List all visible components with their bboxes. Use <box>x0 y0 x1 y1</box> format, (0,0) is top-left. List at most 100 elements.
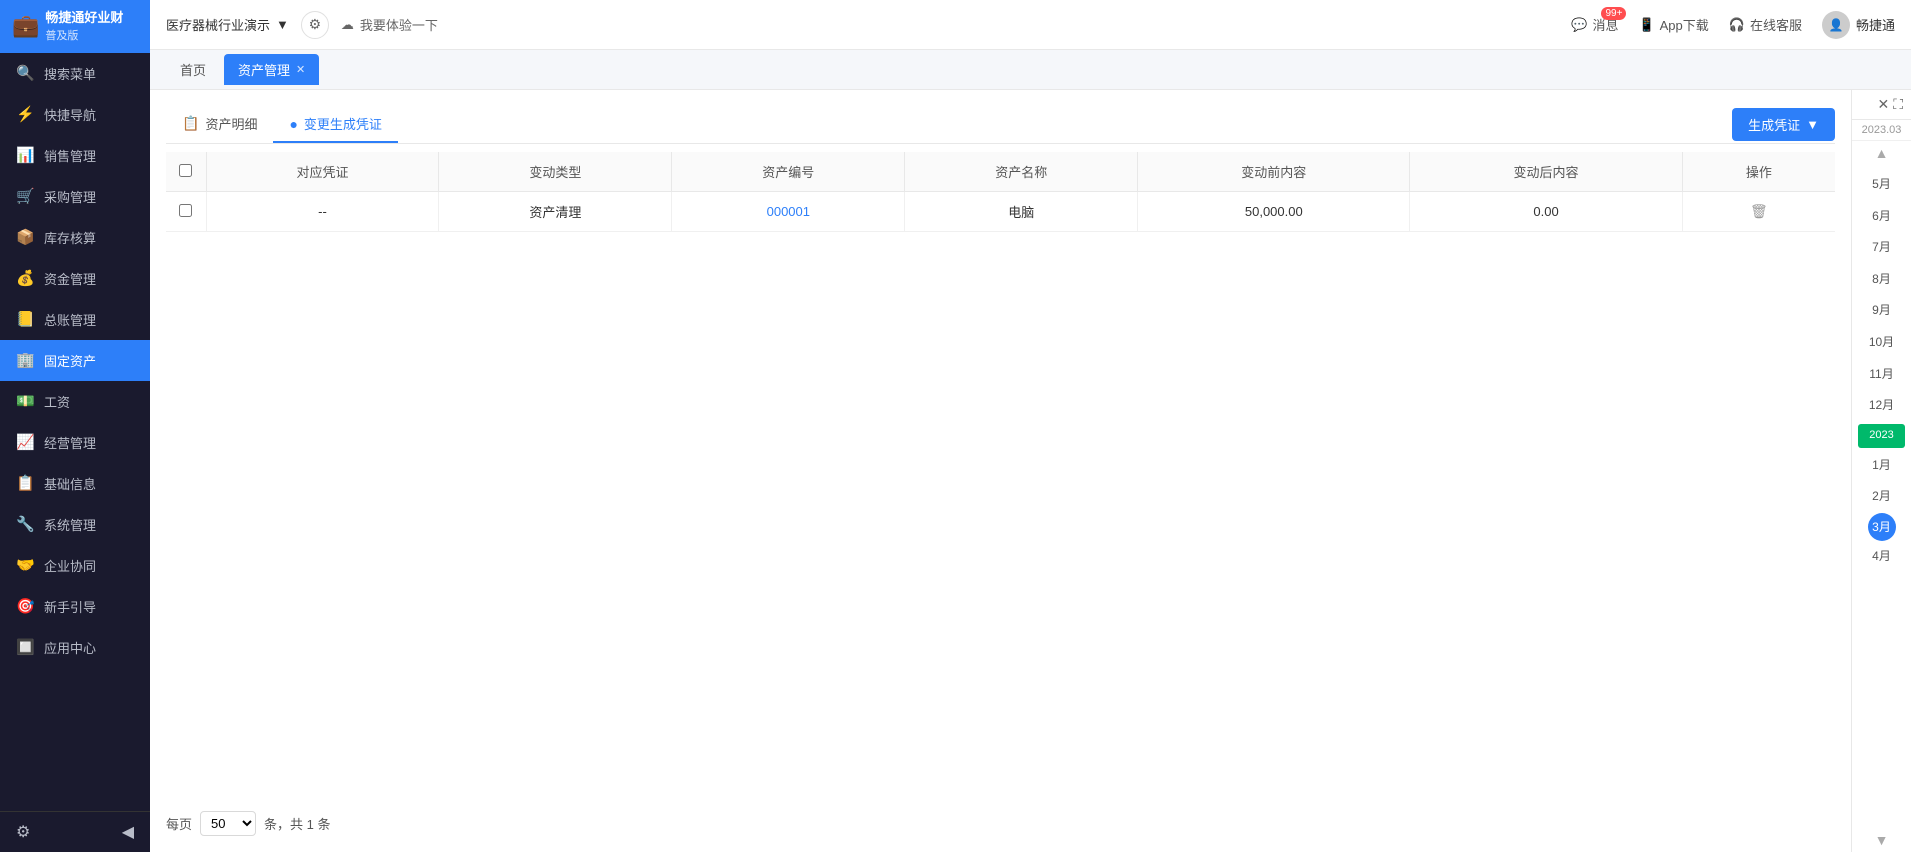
content-area: 📋 资产明细 ● 变更生成凭证 生成凭证 ▼ <box>150 90 1911 852</box>
row-checkbox[interactable] <box>179 204 192 217</box>
sidebar-item-app-center[interactable]: 🔲 应用中心 <box>0 627 150 668</box>
month-item[interactable]: 6月 <box>1852 201 1911 233</box>
current-date-label: 2023.03 <box>1852 120 1911 141</box>
right-date-panel: ✕ ⛶ 2023.03 ▲ 5月6月7月8月9月10月11月12月20231月2… <box>1851 90 1911 852</box>
month-item[interactable]: 9月 <box>1852 295 1911 327</box>
sidebar-label-ledger: 总账管理 <box>44 310 96 329</box>
sidebar-item-enterprise[interactable]: 🤝 企业协同 <box>0 545 150 586</box>
generate-label: 生成凭证 <box>1748 115 1800 134</box>
sidebar-item-ledger[interactable]: 📒 总账管理 <box>0 299 150 340</box>
sidebar-item-sales[interactable]: 📊 销售管理 <box>0 135 150 176</box>
page-panel: 📋 资产明细 ● 变更生成凭证 生成凭证 ▼ <box>150 90 1851 852</box>
company-selector[interactable]: 医疗器械行业演示 ▼ <box>166 15 289 34</box>
select-all-checkbox[interactable] <box>179 164 192 177</box>
table-row: -- 资产清理 000001 电脑 50,000.00 0.00 🗑 <box>166 192 1835 232</box>
avatar: 👤 <box>1822 11 1850 39</box>
sales-icon: 📊 <box>16 146 34 164</box>
month-item[interactable]: 1月 <box>1852 450 1911 482</box>
cell-asset-name: 电脑 <box>905 192 1138 232</box>
sidebar-label-basic-info: 基础信息 <box>44 474 96 493</box>
settings-button[interactable]: ⚙ <box>301 11 329 39</box>
notifications-button[interactable]: 💬 消息 99+ <box>1571 15 1618 34</box>
search-icon: 🔍 <box>16 64 34 82</box>
tab-close-icon[interactable]: ✕ <box>296 63 305 76</box>
panel-header: ✕ ⛶ <box>1852 90 1911 120</box>
month-item[interactable]: 7月 <box>1852 232 1911 264</box>
year-badge: 2023 <box>1858 424 1905 448</box>
nav-tabs: 首页 资产管理 ✕ <box>150 50 1911 90</box>
dropdown-icon: ▼ <box>276 17 289 32</box>
sidebar-item-operations[interactable]: 📈 经营管理 <box>0 422 150 463</box>
close-panel-icon[interactable]: ✕ <box>1877 96 1889 113</box>
online-service-button[interactable]: 🎧 在线客服 <box>1729 15 1802 34</box>
collapse-icon[interactable]: ◀ <box>122 822 134 842</box>
sidebar-item-search[interactable]: 🔍 搜索菜单 <box>0 53 150 94</box>
sub-tab-asset-detail[interactable]: 📋 资产明细 <box>166 106 273 143</box>
cell-asset-code: 000001 <box>672 192 905 232</box>
company-name: 医疗器械行业演示 <box>166 15 270 34</box>
expand-panel-icon[interactable]: ⛶ <box>1893 96 1903 113</box>
service-icon: 🎧 <box>1729 17 1745 33</box>
sidebar-item-payroll[interactable]: 💵 工资 <box>0 381 150 422</box>
purchase-icon: 🛒 <box>16 187 34 205</box>
tab-asset-management[interactable]: 资产管理 ✕ <box>224 54 319 85</box>
cell-voucher: -- <box>206 192 439 232</box>
sidebar-footer: ⚙ ◀ <box>0 811 150 852</box>
page-size-select[interactable]: 50 10 20 100 <box>200 811 256 836</box>
sidebar-item-inventory[interactable]: 📦 库存核算 <box>0 217 150 258</box>
sidebar-label-inventory: 库存核算 <box>44 228 96 247</box>
selected-month-item[interactable]: 3月 <box>1868 513 1896 541</box>
row-checkbox-cell <box>166 192 206 232</box>
month-item[interactable]: 8月 <box>1852 264 1911 296</box>
app-logo: 💼 畅捷通好业财 普及版 <box>0 0 150 53</box>
experience-button[interactable]: ☁ 我要体验一下 <box>341 15 438 34</box>
sidebar-item-finance[interactable]: 💰 资金管理 <box>0 258 150 299</box>
enterprise-icon: 🤝 <box>16 556 34 574</box>
sidebar-item-guide[interactable]: 🎯 新手引导 <box>0 586 150 627</box>
sub-tab-generate-voucher[interactable]: ● 变更生成凭证 <box>273 106 397 143</box>
cell-action: 🗑 <box>1682 192 1835 232</box>
tab-home-label: 首页 <box>180 63 206 78</box>
list-icon: 📋 <box>182 115 199 132</box>
scroll-down-arrow[interactable]: ▼ <box>1852 828 1911 852</box>
sidebar-label-system: 系统管理 <box>44 515 96 534</box>
sidebar-label-sales: 销售管理 <box>44 146 96 165</box>
sidebar-label-operations: 经营管理 <box>44 433 96 452</box>
col-before: 变动前内容 <box>1138 152 1410 192</box>
month-item[interactable]: 12月 <box>1852 390 1911 422</box>
header-checkbox-cell <box>166 152 206 192</box>
cell-after: 0.00 <box>1410 192 1682 232</box>
settings-icon[interactable]: ⚙ <box>16 822 30 842</box>
sidebar-item-basic-info[interactable]: 📋 基础信息 <box>0 463 150 504</box>
month-item[interactable]: 5月 <box>1852 169 1911 201</box>
user-menu[interactable]: 👤 畅捷通 <box>1822 11 1895 39</box>
tab-home[interactable]: 首页 <box>166 54 220 85</box>
total-text: 条，共 1 条 <box>264 814 330 833</box>
col-asset-code: 资产编号 <box>672 152 905 192</box>
tab-asset-label: 资产管理 <box>238 60 290 79</box>
month-item[interactable]: 4月 <box>1852 541 1911 573</box>
sidebar-item-quick-nav[interactable]: ⚡ 快捷导航 <box>0 94 150 135</box>
table-container: 对应凭证 变动类型 资产编号 资产名称 变动前内容 变动后内容 操作 -- 资产… <box>166 152 1835 799</box>
cell-before: 50,000.00 <box>1138 192 1410 232</box>
month-item[interactable]: 2月 <box>1852 481 1911 513</box>
app-download-button[interactable]: 📱 App下载 <box>1638 15 1708 34</box>
app-edition: 普及版 <box>45 27 123 43</box>
scroll-up-arrow[interactable]: ▲ <box>1852 141 1911 165</box>
sub-tab-detail-label: 资产明细 <box>205 114 257 133</box>
sidebar-item-fixed-assets[interactable]: 🏢 固定资产 <box>0 340 150 381</box>
delete-icon[interactable]: 🗑 <box>1750 203 1768 219</box>
month-list: 5月6月7月8月9月10月11月12月20231月2月3月4月 <box>1852 165 1911 828</box>
sidebar-label-payroll: 工资 <box>44 392 70 411</box>
ledger-icon: 📒 <box>16 310 34 328</box>
month-item[interactable]: 10月 <box>1852 327 1911 359</box>
sidebar-item-purchase[interactable]: 🛒 采购管理 <box>0 176 150 217</box>
month-item[interactable]: 11月 <box>1852 359 1911 391</box>
pagination: 每页 50 10 20 100 条，共 1 条 <box>166 799 1835 836</box>
generate-voucher-button[interactable]: 生成凭证 ▼ <box>1732 108 1835 141</box>
main-area: 医疗器械行业演示 ▼ ⚙ ☁ 我要体验一下 💬 消息 99+ 📱 App下载 🎧… <box>150 0 1911 852</box>
inventory-icon: 📦 <box>16 228 34 246</box>
sidebar-item-system[interactable]: 🔧 系统管理 <box>0 504 150 545</box>
bell-icon: 💬 <box>1571 17 1587 33</box>
fixed-assets-icon: 🏢 <box>16 351 34 369</box>
